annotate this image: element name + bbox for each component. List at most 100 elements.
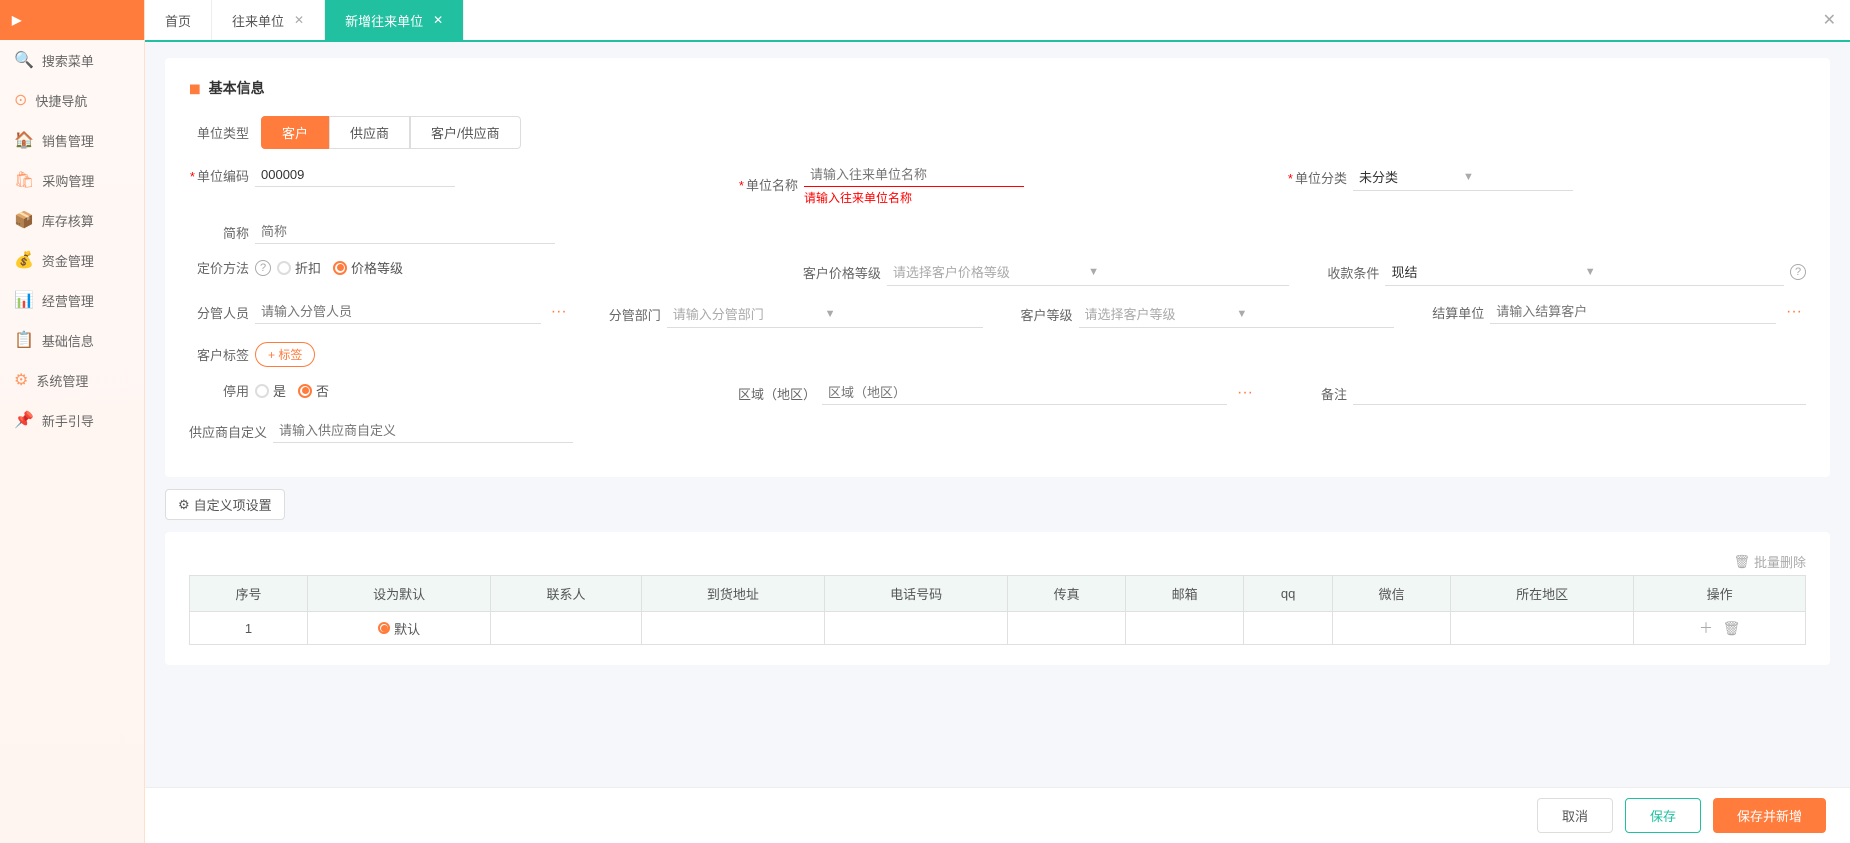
disabled-yes-radio[interactable] [255,384,269,398]
row-add-icon[interactable]: ＋ [1696,620,1716,636]
short-name-input[interactable] [255,220,555,244]
col-qq: qq [1244,576,1333,612]
cancel-button[interactable]: 取消 [1537,798,1613,833]
col-fax: 传真 [1008,576,1126,612]
pricing-discount-label: 折扣 [295,258,321,277]
sidebar-item-purchase[interactable]: 🛍 采购管理 [0,160,144,200]
row-delete-icon[interactable]: 🗑 [1720,620,1744,636]
manager-more-btn[interactable]: ··· [547,303,571,321]
region-field: 区域（地区） ··· [738,381,1257,405]
unit-name-input[interactable] [804,163,1024,187]
pricing-method-label: 定价方法 [189,258,249,277]
col-region: 所在地区 [1451,576,1634,612]
sidebar-item-operations[interactable]: 📊 经营管理 [0,280,144,320]
row-seq: 1 [190,612,308,645]
customer-price-label: 客户价格等级 [803,263,881,282]
tab-bar: 首页 往来单位 ✕ 新增往来单位 ✕ ✕ [145,0,1850,42]
section-icon: ◼ [189,80,201,97]
row-action: ＋ 🗑 [1634,612,1806,645]
unit-name-label: 单位名称 [738,175,798,194]
sidebar-item-basic-info[interactable]: 📋 基础信息 [0,320,144,360]
department-select[interactable]: 请输入分管部门 ▼ [667,300,983,328]
operations-icon: 📊 [14,290,34,310]
customer-level-select[interactable]: 请选择客户等级 ▼ [1079,300,1395,328]
main-area: 首页 往来单位 ✕ 新增往来单位 ✕ ✕ ◼ 基本信息 单位类型 客户 [145,0,1850,843]
pricing-level-option[interactable]: 价格等级 [333,258,403,277]
save-and-new-button[interactable]: 保存并新增 [1713,798,1826,833]
manager-field: 分管人员 ··· [189,300,571,324]
settlement-unit-input[interactable] [1490,300,1776,324]
search-icon: 🔍 [14,50,34,70]
pricing-discount-option[interactable]: 折扣 [277,258,321,277]
col-phone: 电话号码 [824,576,1007,612]
disabled-no-radio[interactable] [298,384,312,398]
pricing-level-radio[interactable] [333,261,347,275]
sidebar-item-quick-nav[interactable]: ⊙ 快捷导航 [0,80,144,120]
sidebar-logo: ▶ [0,0,144,40]
pricing-radio-group: 折扣 价格等级 [277,258,403,277]
add-tag-button[interactable]: + 标签 [255,342,315,367]
region-more-btn[interactable]: ··· [1233,384,1257,402]
basic-info-card: ◼ 基本信息 单位类型 客户 供应商 客户/供应商 单位编码 [165,58,1830,477]
tab-partners[interactable]: 往来单位 ✕ [212,0,325,40]
sidebar-item-inventory[interactable]: 📦 库存核算 [0,200,144,240]
tab-partners-close[interactable]: ✕ [294,13,304,27]
customer-tag-field: 客户标签 + 标签 [189,342,1806,367]
settlement-unit-more-btn[interactable]: ··· [1782,303,1806,321]
payment-condition-field: 收款条件 现结 ▼ ? [1319,258,1806,286]
save-button[interactable]: 保存 [1625,798,1701,833]
unit-category-value: 未分类 [1359,167,1463,186]
unit-code-input[interactable] [255,163,455,187]
supplier-custom-input[interactable] [273,419,573,443]
type-btn-supplier[interactable]: 供应商 [329,116,410,149]
type-btn-both[interactable]: 客户/供应商 [410,116,521,149]
sidebar-item-search[interactable]: 🔍 搜索菜单 [0,40,144,80]
sidebar-item-label: 经营管理 [42,291,94,310]
row-qq [1244,612,1333,645]
disabled-yes-option[interactable]: 是 [255,381,286,400]
manager-input[interactable] [255,300,541,324]
col-contact: 联系人 [491,576,642,612]
tab-new-partner-close[interactable]: ✕ [433,13,443,27]
pricing-help-icon[interactable]: ? [255,260,271,276]
pricing-level-label: 价格等级 [351,258,403,277]
remark-input[interactable] [1353,381,1806,405]
sidebar-item-label: 基础信息 [42,331,94,350]
section-title: ◼ 基本信息 [189,78,1806,98]
tab-home[interactable]: 首页 [145,0,212,40]
type-btn-customer[interactable]: 客户 [261,116,329,149]
pricing-discount-radio[interactable] [277,261,291,275]
code-name-category-row: 单位编码 单位名称 请输入往来单位名称 单位分类 未分类 ▼ [189,163,1806,206]
sidebar-item-system[interactable]: ⚙ 系统管理 [0,360,144,400]
sidebar-item-guide[interactable]: 📌 新手引导 [0,400,144,440]
purchase-icon: 🛍 [14,170,34,190]
sidebar-item-finance[interactable]: 💰 资金管理 [0,240,144,280]
sidebar-item-label: 快捷导航 [35,91,87,110]
default-radio[interactable] [378,622,390,634]
disabled-no-option[interactable]: 否 [298,381,329,400]
unit-category-select[interactable]: 未分类 ▼ [1353,163,1573,191]
tab-new-partner-label: 新增往来单位 [345,11,423,30]
short-name-row: 简称 [189,220,1806,244]
tab-new-partner[interactable]: 新增往来单位 ✕ [325,0,464,40]
unit-type-row: 单位类型 客户 供应商 客户/供应商 [189,116,1806,149]
custom-settings-button[interactable]: ⚙ 自定义项设置 [165,489,285,520]
batch-delete-label[interactable]: 批量删除 [1754,552,1806,571]
settlement-unit-label: 结算单位 [1424,303,1484,322]
sidebar-item-label: 销售管理 [42,131,94,150]
payment-condition-select[interactable]: 现结 ▼ [1385,258,1784,286]
row-fax [1008,612,1126,645]
region-input[interactable] [822,381,1227,405]
supplier-custom-label: 供应商自定义 [189,422,267,441]
disabled-no-label: 否 [316,381,329,400]
unit-name-input-wrap: 请输入往来单位名称 [804,163,1257,206]
row-wechat [1333,612,1451,645]
short-name-field: 简称 [189,220,1806,244]
payment-condition-chevron: ▼ [1585,266,1778,278]
customer-price-select[interactable]: 请选择客户价格等级 ▼ [887,258,1290,286]
payment-help-icon[interactable]: ? [1790,264,1806,280]
section-title-text: 基本信息 [209,78,265,98]
sidebar-item-sales[interactable]: 🏠 销售管理 [0,120,144,160]
tab-close-all[interactable]: ✕ [1809,0,1850,40]
remark-field: 备注 [1287,381,1806,405]
